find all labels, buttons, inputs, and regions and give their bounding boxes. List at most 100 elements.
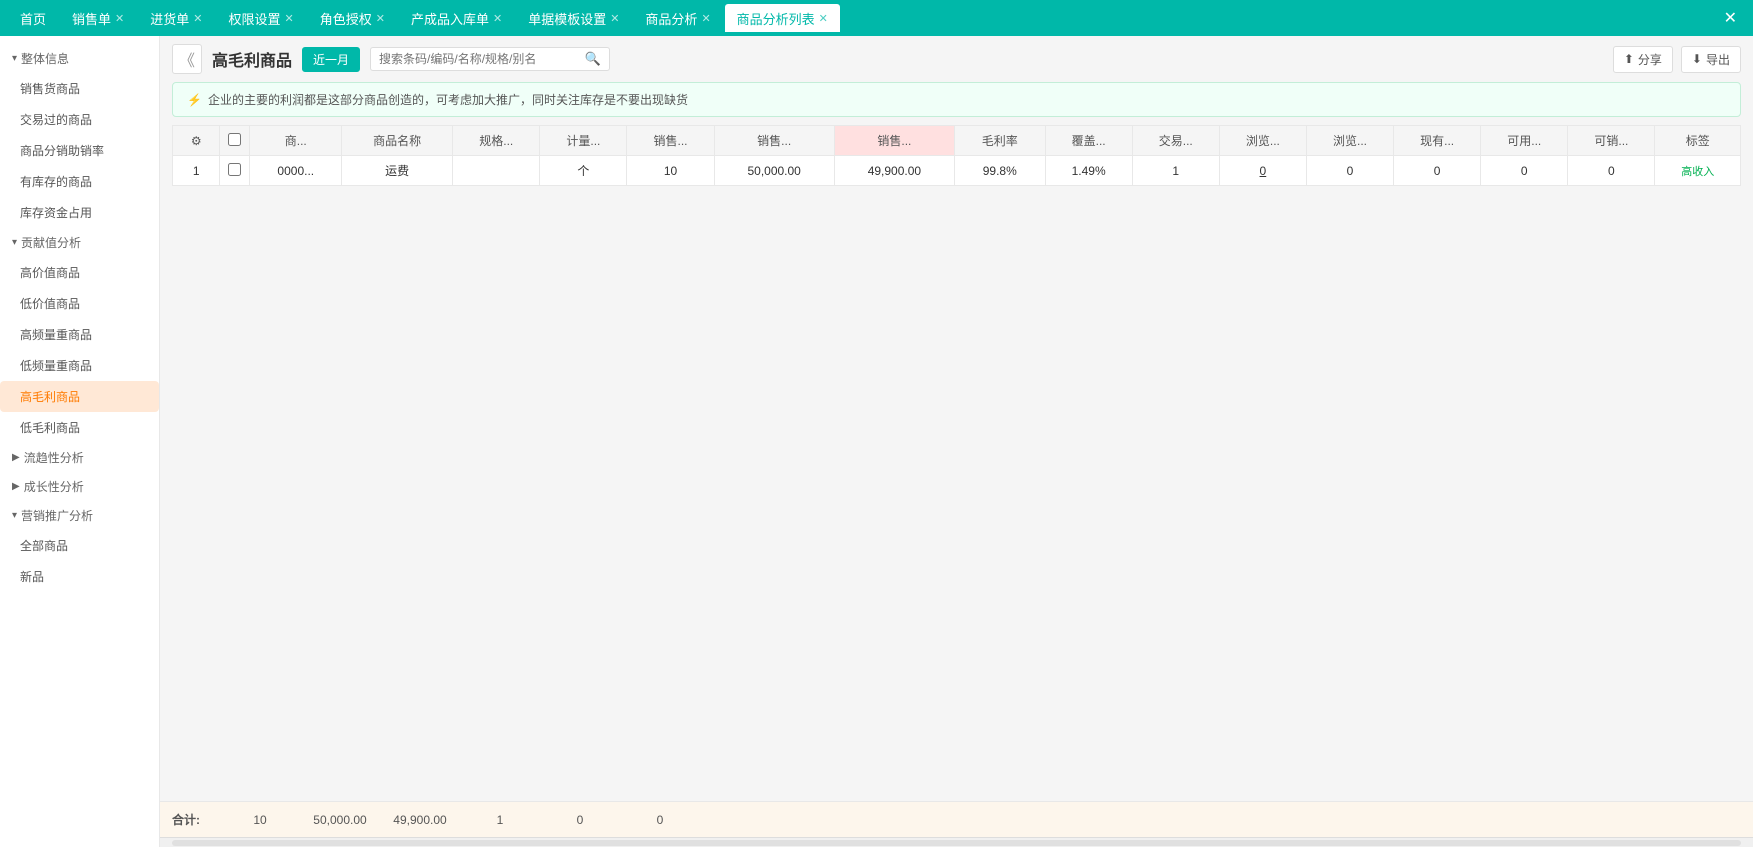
tab-products[interactable]: 产成品入库单 ✕: [399, 4, 514, 32]
sidebar-item-low-freq[interactable]: 低频量重商品: [0, 350, 159, 381]
footer-label: 合计:: [172, 811, 200, 828]
col-tag: 标签: [1655, 126, 1741, 156]
sidebar-item-all-goods[interactable]: 全部商品: [0, 530, 159, 561]
col-unit: 计量...: [540, 126, 627, 156]
top-nav: 首页 销售单 ✕ 进货单 ✕ 权限设置 ✕ 角色授权 ✕ 产成品入库单 ✕ 单据…: [0, 0, 1753, 36]
close-template-tab[interactable]: ✕: [610, 12, 619, 25]
close-analysis-list-tab[interactable]: ✕: [819, 12, 828, 25]
footer-sales-amount: 50,000.00: [300, 813, 380, 827]
tab-home[interactable]: 首页: [8, 4, 58, 32]
col-transactions: 交易...: [1132, 126, 1219, 156]
search-icon[interactable]: 🔍: [585, 51, 601, 67]
sidebar-group-financial[interactable]: ▾ 贡献值分析: [0, 228, 159, 257]
table-wrapper: ⚙ 商... 商品名称 规格... 计量... 销售... 销售... 销售..…: [160, 125, 1753, 801]
col-spec: 规格...: [453, 126, 540, 156]
close-sales-tab[interactable]: ✕: [115, 12, 124, 25]
sidebar-item-traded-goods[interactable]: 交易过的商品: [0, 104, 159, 135]
footer-current-stock: 0: [540, 813, 620, 827]
sidebar-item-high-margin[interactable]: 高毛利商品: [0, 381, 159, 412]
search-box: 🔍: [370, 47, 610, 71]
data-table: ⚙ 商... 商品名称 规格... 计量... 销售... 销售... 销售..…: [172, 125, 1741, 186]
info-icon: ⚡: [187, 93, 202, 107]
close-purchase-tab[interactable]: ✕: [193, 12, 202, 25]
row-browse2: 0: [1306, 156, 1393, 186]
row-sales-qty: 10: [627, 156, 714, 186]
tab-analysis[interactable]: 商品分析 ✕: [633, 4, 722, 32]
share-icon: ⬆: [1624, 52, 1634, 66]
row-index: 1: [173, 156, 220, 186]
financial-arrow-icon: ▾: [12, 237, 17, 248]
sidebar-group-marketing[interactable]: ▾ 营销推广分析: [0, 501, 159, 530]
search-input[interactable]: [379, 52, 585, 66]
sidebar: ▾ 整体信息 销售货商品 交易过的商品 商品分销助销率 有库存的商品 库存资金占…: [0, 36, 160, 847]
row-coverage: 1.49%: [1045, 156, 1132, 186]
sidebar-group-overall[interactable]: ▾ 整体信息: [0, 44, 159, 73]
row-available: 0: [1481, 156, 1568, 186]
sidebar-item-sales-goods[interactable]: 销售货商品: [0, 73, 159, 104]
sidebar-item-high-value[interactable]: 高价值商品: [0, 257, 159, 288]
export-button[interactable]: ⬇ 导出: [1681, 46, 1741, 73]
row-unit: 个: [540, 156, 627, 186]
close-analysis-tab[interactable]: ✕: [701, 12, 710, 25]
col-sales-amount: 销售...: [714, 126, 834, 156]
scrollbar-track[interactable]: [172, 840, 1741, 846]
export-icon: ⬇: [1692, 52, 1702, 66]
row-transactions: 1: [1132, 156, 1219, 186]
select-all-checkbox[interactable]: [228, 133, 241, 146]
tab-analysis-list[interactable]: 商品分析列表 ✕: [725, 4, 840, 32]
footer-transactions: 1: [460, 813, 540, 827]
row-select-checkbox[interactable]: [228, 163, 241, 176]
content-area: 《 高毛利商品 近一月 🔍 ⬆ 分享 ⬇ 导出 ⚡ 企业的主要的利润都是这部: [160, 36, 1753, 847]
row-spec: [453, 156, 540, 186]
close-roles-tab[interactable]: ✕: [376, 12, 385, 25]
sidebar-item-in-stock[interactable]: 有库存的商品: [0, 166, 159, 197]
col-browse2: 浏览...: [1306, 126, 1393, 156]
tab-permissions[interactable]: 权限设置 ✕: [216, 4, 305, 32]
sidebar-group-trend[interactable]: ▶ 流趋性分析: [0, 443, 159, 472]
sidebar-item-new-goods[interactable]: 新品: [0, 561, 159, 592]
sidebar-item-low-margin[interactable]: 低毛利商品: [0, 412, 159, 443]
share-button[interactable]: ⬆ 分享: [1613, 46, 1673, 73]
sidebar-item-low-value[interactable]: 低价值商品: [0, 288, 159, 319]
row-sales-amount: 50,000.00: [714, 156, 834, 186]
tab-sales[interactable]: 销售单 ✕: [60, 4, 136, 32]
col-coverage: 覆盖...: [1045, 126, 1132, 156]
col-margin-rate: 毛利率: [955, 126, 1046, 156]
row-checkbox[interactable]: [220, 156, 250, 186]
collapse-sidebar-button[interactable]: 《: [172, 44, 202, 74]
col-available: 可用...: [1481, 126, 1568, 156]
tab-roles[interactable]: 角色授权 ✕: [308, 4, 397, 32]
col-settings[interactable]: ⚙: [173, 126, 220, 156]
footer-sales-qty: 10: [220, 813, 300, 827]
col-sales-profit: 销售...: [834, 126, 954, 156]
col-name: 商品名称: [342, 126, 453, 156]
col-code: 商...: [250, 126, 342, 156]
overall-arrow-icon: ▾: [12, 53, 17, 64]
content-header: 《 高毛利商品 近一月 🔍 ⬆ 分享 ⬇ 导出: [160, 36, 1753, 82]
close-products-tab[interactable]: ✕: [493, 12, 502, 25]
main-layout: ▾ 整体信息 销售货商品 交易过的商品 商品分销助销率 有库存的商品 库存资金占…: [0, 36, 1753, 847]
col-browse1: 浏览...: [1219, 126, 1306, 156]
col-checkbox[interactable]: [220, 126, 250, 156]
tab-purchase[interactable]: 进货单 ✕: [138, 4, 214, 32]
page-title: 高毛利商品: [212, 47, 292, 71]
trend-arrow-icon: ▶: [12, 452, 20, 463]
browse1-link[interactable]: 0: [1260, 164, 1267, 178]
sidebar-item-high-freq[interactable]: 高频量重商品: [0, 319, 159, 350]
col-salable: 可销...: [1568, 126, 1655, 156]
info-text: 企业的主要的利润都是这部分商品创造的，可考虑加大推广，同时关注库存是不要出现缺货: [208, 91, 688, 108]
tab-template[interactable]: 单据模板设置 ✕: [516, 4, 631, 32]
bottom-scrollbar: [160, 837, 1753, 847]
close-permissions-tab[interactable]: ✕: [285, 12, 294, 25]
tag-badge: 高收入: [1681, 166, 1714, 178]
sidebar-group-growth[interactable]: ▶ 成长性分析: [0, 472, 159, 501]
row-tag: 高收入: [1655, 156, 1741, 186]
window-close-button[interactable]: ✕: [1716, 8, 1745, 28]
col-sales-qty: 销售...: [627, 126, 714, 156]
footer-sales-profit: 49,900.00: [380, 813, 460, 827]
sidebar-item-inventory-ratio[interactable]: 库存资金占用: [0, 197, 159, 228]
footer-cells: 10 50,000.00 49,900.00 1 0 0: [220, 813, 1741, 827]
filter-recent-month-button[interactable]: 近一月: [302, 47, 360, 72]
sidebar-item-analysis-helper[interactable]: 商品分销助销率: [0, 135, 159, 166]
marketing-arrow-icon: ▾: [12, 510, 17, 521]
